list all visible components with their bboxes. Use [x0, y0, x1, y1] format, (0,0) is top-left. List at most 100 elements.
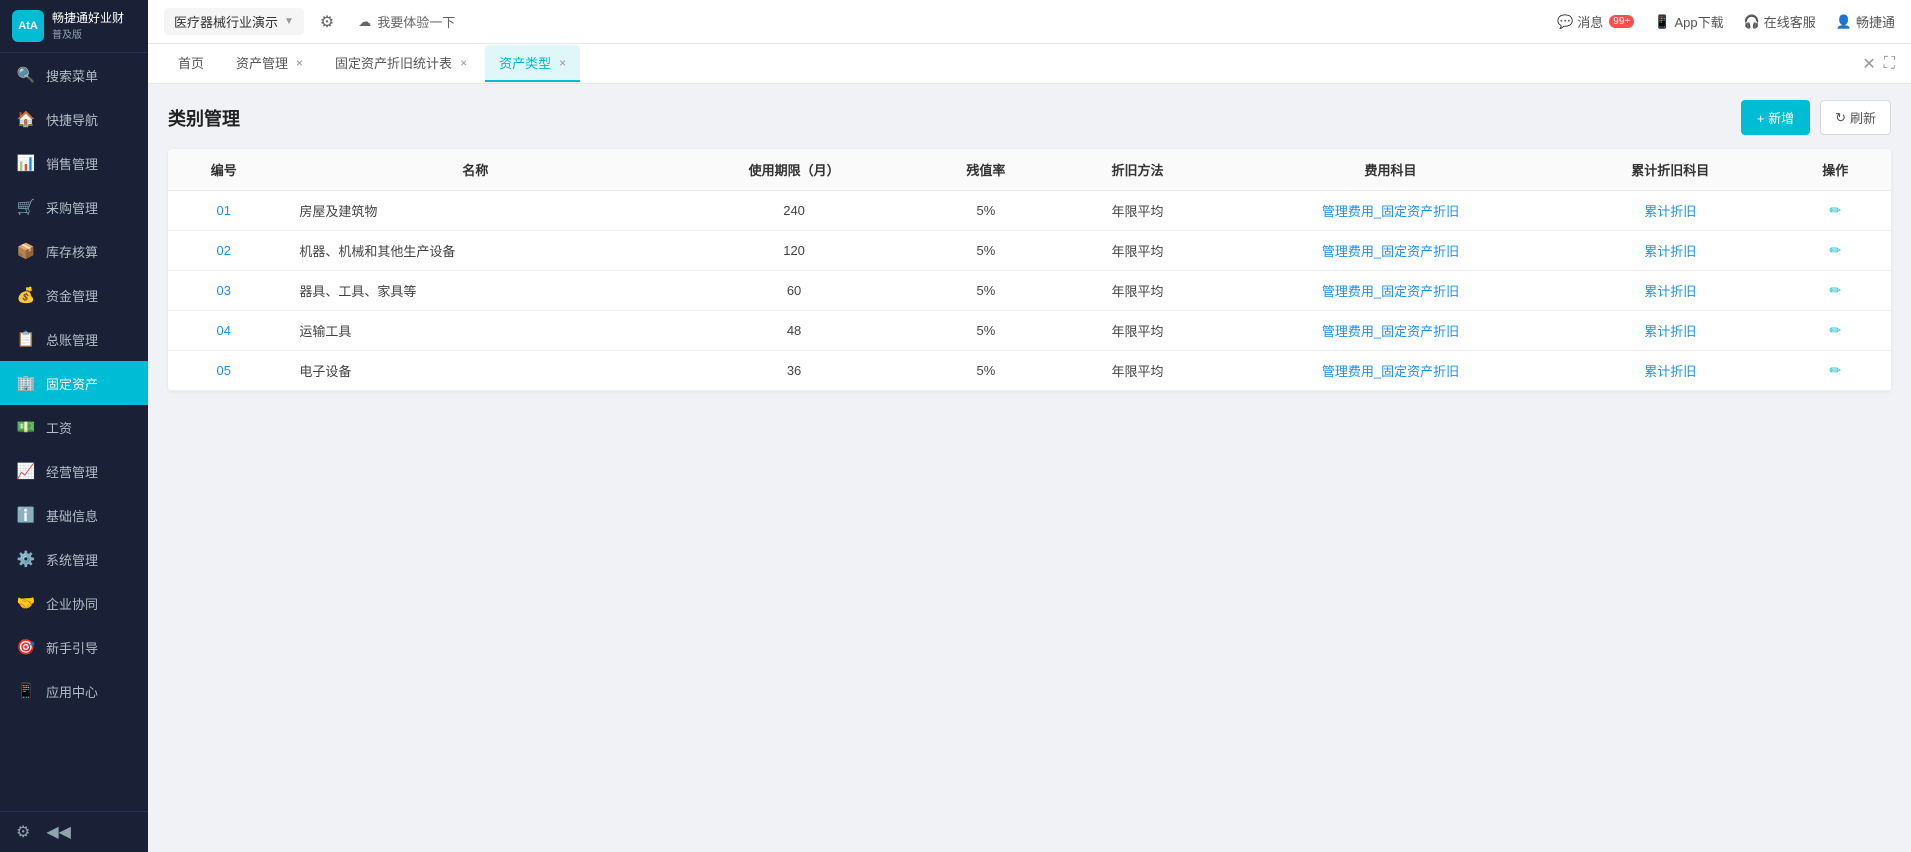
company-selector[interactable]: 医疗器械行业演示 ▼ — [164, 8, 304, 35]
sidebar-item-operations[interactable]: 📈 经营管理 — [0, 449, 148, 493]
app-name: 畅捷通好业财 — [52, 11, 124, 27]
cell-residual: 5% — [917, 351, 1055, 391]
sales-icon: 📊 — [16, 153, 36, 173]
col-accumulated: 累计折旧科目 — [1561, 149, 1780, 191]
sidebar-item-guide[interactable]: 🎯 新手引导 — [0, 625, 148, 669]
tab-asset-type[interactable]: 资产类型 × — [485, 45, 580, 82]
cell-action[interactable]: ✏ — [1780, 271, 1891, 311]
purchase-icon: 🛒 — [16, 197, 36, 217]
sidebar-item-salary[interactable]: 💵 工资 — [0, 405, 148, 449]
sidebar-item-label: 企业协同 — [46, 594, 98, 613]
close-icon[interactable]: × — [460, 56, 467, 70]
cell-expense: 管理费用_固定资产折旧 — [1220, 271, 1561, 311]
col-id: 编号 — [168, 149, 279, 191]
cell-method: 年限平均 — [1055, 191, 1220, 231]
ledger-icon: 📋 — [16, 329, 36, 349]
sidebar-item-label: 新手引导 — [46, 638, 98, 657]
cell-method: 年限平均 — [1055, 311, 1220, 351]
messages-button[interactable]: 💬 消息 99+ — [1557, 12, 1634, 31]
download-label: App下载 — [1674, 12, 1723, 31]
edit-icon[interactable]: ✏ — [1829, 202, 1841, 218]
cell-id: 01 — [168, 191, 279, 231]
message-badge: 99+ — [1609, 15, 1634, 28]
salary-icon: 💵 — [16, 417, 36, 437]
cell-id: 02 — [168, 231, 279, 271]
topbar-right: 💬 消息 99+ 📱 App下载 🎧 在线客服 👤 畅捷通 — [1557, 12, 1895, 31]
message-icon: 💬 — [1557, 14, 1573, 30]
sidebar-item-fixed-assets[interactable]: 🏢 固定资产 — [0, 361, 148, 405]
cell-action[interactable]: ✏ — [1780, 351, 1891, 391]
cell-action[interactable]: ✏ — [1780, 191, 1891, 231]
sidebar-item-label: 库存核算 — [46, 242, 98, 261]
col-name: 名称 — [279, 149, 671, 191]
messages-label: 消息 — [1577, 12, 1603, 31]
edit-icon[interactable]: ✏ — [1829, 322, 1841, 338]
cell-period: 60 — [671, 271, 916, 311]
edit-icon[interactable]: ✏ — [1829, 242, 1841, 258]
download-icon: 📱 — [1654, 14, 1670, 30]
collapse-icon[interactable]: ◀◀ — [46, 822, 71, 842]
settings-icon[interactable]: ⚙ — [16, 822, 30, 842]
sidebar-item-ledger[interactable]: 📋 总账管理 — [0, 317, 148, 361]
settings-icon[interactable]: ⚙ — [316, 8, 338, 36]
cell-method: 年限平均 — [1055, 271, 1220, 311]
refresh-button[interactable]: ↻ 刷新 — [1820, 100, 1891, 135]
finance-icon: 💰 — [16, 285, 36, 305]
sidebar-item-label: 搜索菜单 — [46, 66, 98, 85]
cell-method: 年限平均 — [1055, 231, 1220, 271]
sidebar-item-sales[interactable]: 📊 销售管理 — [0, 141, 148, 185]
edit-icon[interactable]: ✏ — [1829, 282, 1841, 298]
sidebar-item-app-center[interactable]: 📱 应用中心 — [0, 669, 148, 713]
tab-home[interactable]: 首页 — [164, 45, 218, 82]
topbar: 医疗器械行业演示 ▼ ⚙ ☁ 我要体验一下 💬 消息 99+ 📱 App下载 🎧… — [148, 0, 1911, 44]
tabs-bar: 首页 资产管理 × 固定资产折旧统计表 × 资产类型 × ✕ ⛶ — [148, 44, 1911, 84]
tab-depreciation-stats[interactable]: 固定资产折旧统计表 × — [321, 45, 481, 82]
sidebar-item-quick-nav[interactable]: 🏠 快捷导航 — [0, 97, 148, 141]
minimize-icon[interactable]: ✕ — [1862, 54, 1875, 74]
experience-button[interactable]: ☁ 我要体验一下 — [350, 8, 463, 35]
app-version: 普及版 — [52, 26, 124, 41]
sidebar-item-finance[interactable]: 💰 资金管理 — [0, 273, 148, 317]
tab-label: 资产管理 — [236, 53, 288, 72]
sidebar-item-purchase[interactable]: 🛒 采购管理 — [0, 185, 148, 229]
table-row: 01 房屋及建筑物 240 5% 年限平均 管理费用_固定资产折旧 累计折旧 ✏ — [168, 191, 1891, 231]
sidebar-item-enterprise[interactable]: 🤝 企业协同 — [0, 581, 148, 625]
refresh-icon: ↻ — [1835, 110, 1846, 126]
cell-action[interactable]: ✏ — [1780, 311, 1891, 351]
sidebar-item-label: 快捷导航 — [46, 110, 98, 129]
new-button[interactable]: + 新增 — [1741, 100, 1810, 135]
cell-id: 04 — [168, 311, 279, 351]
data-table: 编号 名称 使用期限（月） 残值率 折旧方法 费用科目 累计折旧科目 操作 01… — [168, 149, 1891, 391]
sidebar-item-search[interactable]: 🔍 搜索菜单 — [0, 53, 148, 97]
sidebar-item-label: 资金管理 — [46, 286, 98, 305]
close-icon[interactable]: × — [296, 56, 303, 70]
sidebar-item-label: 基础信息 — [46, 506, 98, 525]
sidebar-item-system[interactable]: ⚙️ 系统管理 — [0, 537, 148, 581]
close-icon[interactable]: × — [559, 56, 566, 70]
logo-icon: AtA — [12, 10, 44, 42]
cell-period: 120 — [671, 231, 916, 271]
cell-accumulated: 累计折旧 — [1561, 351, 1780, 391]
cell-accumulated: 累计折旧 — [1561, 191, 1780, 231]
cell-accumulated: 累计折旧 — [1561, 271, 1780, 311]
support-button[interactable]: 🎧 在线客服 — [1744, 12, 1816, 31]
sidebar-item-inventory[interactable]: 📦 库存核算 — [0, 229, 148, 273]
guide-icon: 🎯 — [16, 637, 36, 657]
app-download-button[interactable]: 📱 App下载 — [1654, 12, 1723, 31]
cell-action[interactable]: ✏ — [1780, 231, 1891, 271]
cell-name: 房屋及建筑物 — [279, 191, 671, 231]
sidebar-item-label: 系统管理 — [46, 550, 98, 569]
sidebar-item-label: 总账管理 — [46, 330, 98, 349]
table-row: 03 器具、工具、家具等 60 5% 年限平均 管理费用_固定资产折旧 累计折旧… — [168, 271, 1891, 311]
experience-icon: ☁ — [358, 14, 371, 30]
refresh-label: 刷新 — [1850, 108, 1876, 127]
edit-icon[interactable]: ✏ — [1829, 362, 1841, 378]
sidebar-item-basic-info[interactable]: ℹ️ 基础信息 — [0, 493, 148, 537]
home-icon: 🏠 — [16, 109, 36, 129]
expand-icon[interactable]: ⛶ — [1884, 55, 1895, 73]
tab-asset-management[interactable]: 资产管理 × — [222, 45, 317, 82]
user-menu[interactable]: 👤 畅捷通 — [1836, 12, 1895, 31]
cell-residual: 5% — [917, 271, 1055, 311]
sidebar-item-label: 销售管理 — [46, 154, 98, 173]
col-action: 操作 — [1780, 149, 1891, 191]
